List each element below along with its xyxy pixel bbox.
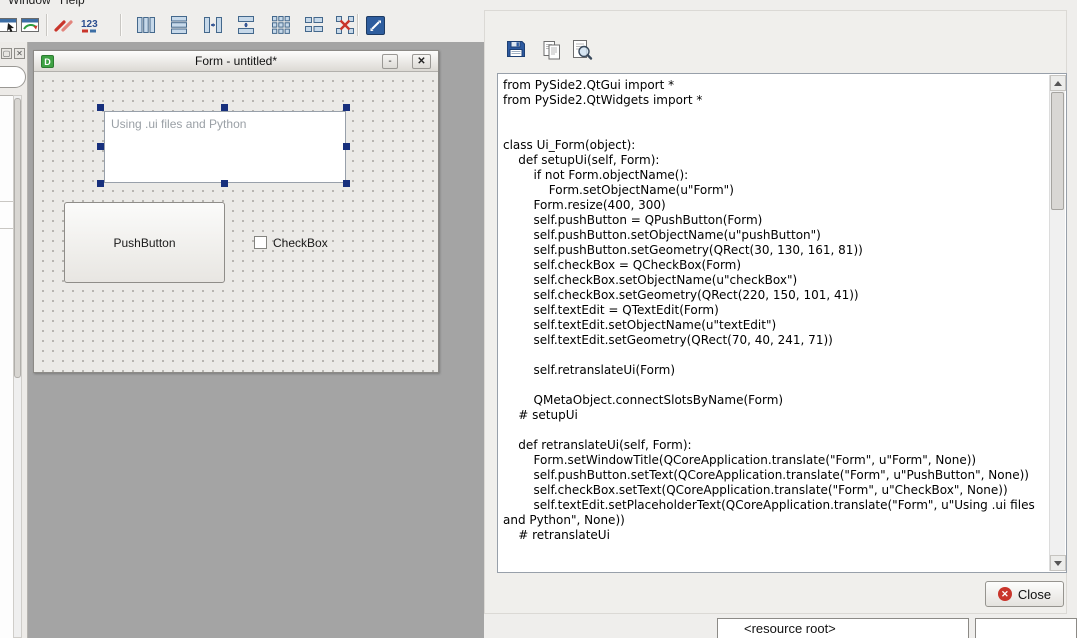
widget-box-dock-edge: ▢ ✕ bbox=[0, 42, 28, 638]
break-layout-icon[interactable] bbox=[333, 13, 357, 37]
resource-root-label: <resource root> bbox=[718, 619, 968, 638]
form-window-title: Form - untitled* bbox=[34, 54, 438, 68]
scroll-up-icon[interactable] bbox=[1050, 75, 1066, 91]
scrollbar-thumb[interactable] bbox=[14, 98, 21, 378]
generated-code[interactable]: from PySide2.QtGui import * from PySide2… bbox=[499, 75, 1048, 570]
find-icon[interactable] bbox=[568, 36, 594, 62]
resource-detail-pane[interactable] bbox=[975, 618, 1077, 638]
textedit-placeholder: Using .ui files and Python bbox=[105, 112, 345, 136]
edit-widgets-icon[interactable] bbox=[0, 13, 20, 37]
copy-icon[interactable] bbox=[539, 37, 565, 63]
layout-vertical-splitter-icon[interactable] bbox=[234, 13, 258, 37]
list-separator bbox=[0, 201, 13, 202]
layout-grid-icon[interactable] bbox=[269, 13, 293, 37]
layout-horizontal-splitter-icon[interactable] bbox=[201, 13, 225, 37]
code-scrollbar[interactable] bbox=[1049, 75, 1065, 571]
close-window-button[interactable]: ✕ bbox=[412, 54, 431, 69]
layout-form-icon[interactable] bbox=[302, 13, 326, 37]
layout-vertical-icon[interactable] bbox=[167, 13, 191, 37]
mdi-workspace: D Form - untitled* - ✕ Using .ui files a… bbox=[28, 42, 484, 638]
widget-box-scrollbar[interactable] bbox=[13, 95, 22, 638]
checkbox-box[interactable] bbox=[254, 236, 267, 249]
menu-window[interactable]: Window bbox=[8, 0, 51, 7]
edit-buddies-icon[interactable] bbox=[52, 13, 76, 37]
pushbutton-widget[interactable]: PushButton bbox=[64, 202, 225, 283]
list-separator bbox=[0, 228, 13, 229]
edit-tab-order-icon[interactable]: 123 bbox=[79, 13, 103, 37]
edit-signals-slots-icon[interactable] bbox=[18, 13, 42, 37]
scrollbar-thumb[interactable] bbox=[1051, 92, 1064, 210]
layout-horizontal-icon[interactable] bbox=[134, 13, 158, 37]
selection-handle[interactable] bbox=[343, 180, 350, 187]
close-x-icon: ✕ bbox=[998, 587, 1012, 601]
selection-handle[interactable] bbox=[343, 104, 350, 111]
svg-text:123: 123 bbox=[81, 19, 98, 30]
adjust-size-icon[interactable] bbox=[363, 13, 387, 37]
textedit-widget[interactable]: Using .ui files and Python bbox=[104, 111, 346, 183]
minimize-button[interactable]: - bbox=[382, 54, 398, 69]
selection-handle[interactable] bbox=[221, 104, 228, 111]
form-window-titlebar[interactable]: D Form - untitled* - ✕ bbox=[34, 51, 438, 72]
resource-root-item[interactable]: <resource root> bbox=[717, 618, 969, 638]
pushbutton-label: PushButton bbox=[113, 236, 175, 250]
selection-handle[interactable] bbox=[97, 143, 104, 150]
widget-filter-input[interactable] bbox=[0, 66, 26, 88]
widget-box-list-edge[interactable] bbox=[0, 95, 13, 638]
close-button[interactable]: ✕ Close bbox=[985, 581, 1064, 607]
menu-bar: Window Help bbox=[0, 0, 1077, 9]
toolbar-separator bbox=[46, 14, 48, 36]
toolbar-separator bbox=[120, 14, 122, 36]
form-canvas[interactable]: Using .ui files and Python PushButton Ch… bbox=[34, 72, 438, 372]
selection-handle[interactable] bbox=[343, 143, 350, 150]
scroll-down-icon[interactable] bbox=[1050, 555, 1066, 571]
menu-help[interactable]: Help bbox=[60, 0, 85, 7]
checkbox-widget[interactable]: CheckBox bbox=[254, 222, 355, 263]
designer-form-window[interactable]: D Form - untitled* - ✕ Using .ui files a… bbox=[33, 50, 439, 373]
application-window: Window Help 123 bbox=[0, 0, 1077, 638]
code-view[interactable]: from PySide2.QtGui import * from PySide2… bbox=[497, 73, 1067, 573]
dock-float-icon[interactable]: ▢ bbox=[1, 48, 12, 59]
view-code-dialog: from PySide2.QtGui import * from PySide2… bbox=[484, 10, 1067, 614]
close-button-label: Close bbox=[1018, 587, 1051, 602]
toolbar-separator bbox=[357, 14, 359, 36]
selection-handle[interactable] bbox=[221, 180, 228, 187]
selection-handle[interactable] bbox=[97, 104, 104, 111]
dock-close-icon[interactable]: ✕ bbox=[14, 48, 25, 59]
selection-handle[interactable] bbox=[97, 180, 104, 187]
save-icon[interactable] bbox=[503, 36, 529, 62]
checkbox-label: CheckBox bbox=[273, 236, 328, 250]
